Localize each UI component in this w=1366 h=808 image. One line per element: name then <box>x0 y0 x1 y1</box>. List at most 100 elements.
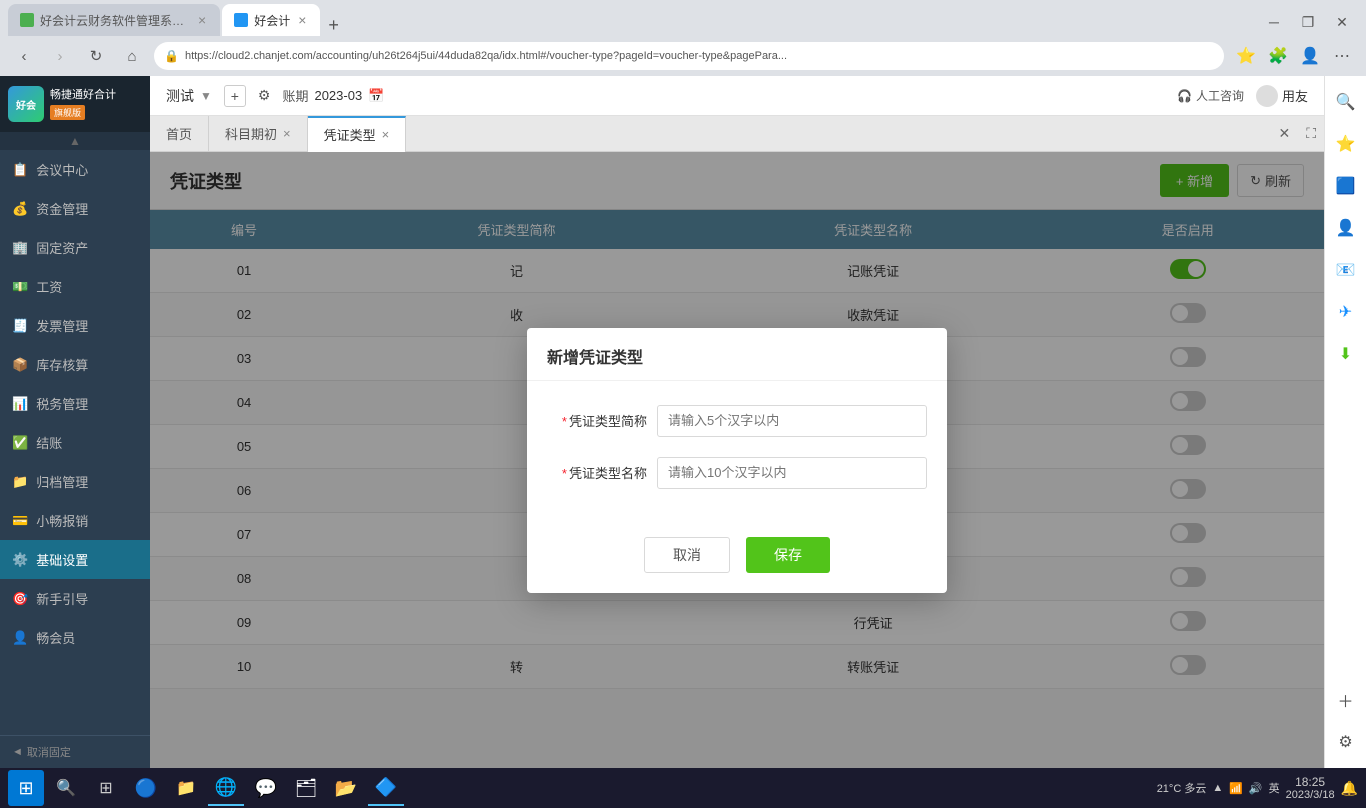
right-outlook-icon[interactable]: 📧 <box>1328 252 1364 288</box>
sidebar-cancel-pin[interactable]: ◄ 取消固定 <box>0 735 150 768</box>
name-input[interactable] <box>657 457 927 489</box>
save-button[interactable]: 保存 <box>746 537 830 573</box>
sidebar-item-fixed-assets[interactable]: 🏢 固定资产 <box>0 228 150 267</box>
taskbar-folder[interactable]: 📁 <box>168 770 204 806</box>
modal-dialog: 新增凭证类型 *凭证类型简称 *凭证类型名称 <box>527 328 947 593</box>
abbr-label-text: 凭证类型简称 <box>569 414 647 429</box>
headset-icon: 🎧 <box>1177 89 1192 103</box>
more-btn[interactable]: ⋯ <box>1328 42 1356 70</box>
tab-home[interactable]: 首页 <box>150 116 209 152</box>
workspace-selector[interactable]: 测试 ▼ <box>166 86 212 106</box>
win-minimize[interactable]: ─ <box>1258 8 1290 36</box>
address-text: https://cloud2.chanjet.com/accounting/uh… <box>185 50 1214 62</box>
page-tab-bar: 首页 科目期初 × 凭证类型 × ✕ ⛶ <box>150 116 1324 152</box>
logo-text: 畅捷通好合计 <box>50 88 116 103</box>
tab-close-2[interactable]: × <box>296 12 308 28</box>
name-required: * <box>562 466 567 481</box>
name-label-text: 凭证类型名称 <box>569 466 647 481</box>
invoice-icon: 🧾 <box>12 318 28 334</box>
taskbar-edge[interactable]: 🔵 <box>128 770 164 806</box>
top-bar-add-btn[interactable]: + <box>224 85 246 107</box>
taskbar-edge2[interactable]: 🔷 <box>368 770 404 806</box>
top-bar-settings-btn[interactable]: ⚙ <box>258 87 271 104</box>
tab-chart-of-accounts[interactable]: 科目期初 × <box>209 116 308 152</box>
sidebar-item-settings[interactable]: ⚙️ 基础设置 <box>0 540 150 579</box>
settings-icon: ⚙️ <box>12 552 28 568</box>
nav-home[interactable]: ⌂ <box>118 42 146 70</box>
tab-close-1[interactable]: × <box>196 12 208 28</box>
taskbar-up-icon[interactable]: ▲ <box>1212 782 1223 794</box>
cancel-button[interactable]: 取消 <box>644 537 730 573</box>
sidebar-item-tax[interactable]: 📊 税务管理 <box>0 384 150 423</box>
taskbar-time-date[interactable]: 18:25 2023/3/18 <box>1286 775 1335 801</box>
user-btn[interactable]: 用友 <box>1256 85 1308 107</box>
salary-icon: 💵 <box>12 279 28 295</box>
period-info: 账期 2023-03 📅 <box>282 86 384 105</box>
right-settings-icon[interactable]: ⚙ <box>1328 724 1364 760</box>
tab-voucher-type[interactable]: 凭证类型 × <box>308 116 407 152</box>
close-account-icon: ✅ <box>12 435 28 451</box>
abbr-label: *凭证类型简称 <box>547 411 657 430</box>
new-tab-button[interactable]: + <box>322 15 345 36</box>
taskbar-search[interactable]: 🔍 <box>48 770 84 806</box>
browser-tab-active[interactable]: 好会计 × <box>222 4 320 36</box>
right-search-icon[interactable]: 🔍 <box>1328 84 1364 120</box>
sidebar-item-funds[interactable]: 💰 资金管理 <box>0 189 150 228</box>
pin-icon: ◄ <box>12 746 23 758</box>
taskbar-apps[interactable]: ⊞ <box>88 770 124 806</box>
nav-forward[interactable]: › <box>46 42 74 70</box>
tab-expand-btn[interactable]: ⛶ <box>1298 125 1324 142</box>
sidebar-item-meeting[interactable]: 📋 会议中心 <box>0 150 150 189</box>
meeting-label: 会议中心 <box>36 160 88 179</box>
right-star-icon[interactable]: ⭐ <box>1328 126 1364 162</box>
consult-label: 人工咨询 <box>1196 87 1244 104</box>
taskbar-notification[interactable]: 🔔 <box>1341 780 1358 797</box>
taskbar-chrome[interactable]: 🌐 <box>208 770 244 806</box>
sidebar-item-close[interactable]: ✅ 结账 <box>0 423 150 462</box>
win-close[interactable]: ✕ <box>1326 8 1358 36</box>
inventory-icon: 📦 <box>12 357 28 373</box>
ext-btn-1[interactable]: ⭐ <box>1232 42 1260 70</box>
abbr-input[interactable] <box>657 405 927 437</box>
home-tab-label: 首页 <box>166 124 192 143</box>
tab-collapse-btn[interactable]: ✕ <box>1270 125 1298 142</box>
sidebar-item-expense[interactable]: 💳 小畅报销 <box>0 501 150 540</box>
sidebar-item-guide[interactable]: 🎯 新手引导 <box>0 579 150 618</box>
win-restore[interactable]: ❐ <box>1292 8 1324 36</box>
ext-btn-2[interactable]: 🧩 <box>1264 42 1292 70</box>
right-feather-icon[interactable]: ✈ <box>1328 294 1364 330</box>
sidebar-item-salary[interactable]: 💵 工资 <box>0 267 150 306</box>
ext-btn-3[interactable]: 👤 <box>1296 42 1324 70</box>
taskbar-email[interactable]: 📂 <box>328 770 364 806</box>
right-add-icon[interactable]: ＋ <box>1328 682 1364 718</box>
modal-footer: 取消 保存 <box>527 525 947 593</box>
taskbar-time: 18:25 <box>1286 775 1335 789</box>
scroll-up[interactable]: ▲ <box>0 132 150 150</box>
browser-extensions: ⭐ 🧩 👤 ⋯ <box>1232 42 1356 70</box>
nav-refresh[interactable]: ↻ <box>82 42 110 70</box>
close-account-label: 结账 <box>36 433 62 452</box>
accounts-tab-close[interactable]: × <box>283 126 291 141</box>
taskbar-files[interactable]: 🗂 <box>288 770 324 806</box>
sidebar-item-member[interactable]: 👤 畅会员 <box>0 618 150 657</box>
nav-back[interactable]: ‹ <box>10 42 38 70</box>
consult-btn[interactable]: 🎧 人工咨询 <box>1177 87 1244 104</box>
address-bar[interactable]: 🔒 https://cloud2.chanjet.com/accounting/… <box>154 42 1224 70</box>
expense-label: 小畅报销 <box>36 511 88 530</box>
modal-header: 新增凭证类型 <box>527 328 947 381</box>
archive-icon: 📁 <box>12 474 28 490</box>
cancel-pin-label: 取消固定 <box>27 744 71 760</box>
right-app-icon[interactable]: 🟦 <box>1328 168 1364 204</box>
voucher-tab-close[interactable]: × <box>382 127 390 142</box>
start-button[interactable]: ⊞ <box>8 770 44 806</box>
user-label: 用友 <box>1282 86 1308 105</box>
tab-favicon-2 <box>234 13 248 27</box>
sidebar-item-archive[interactable]: 📁 归档管理 <box>0 462 150 501</box>
browser-tab-accounting[interactable]: 好会计云财务软件管理系统_会计 × <box>8 4 220 36</box>
logo-info: 畅捷通好合计 旗舰版 <box>50 88 116 119</box>
right-download-icon[interactable]: ⬇ <box>1328 336 1364 372</box>
right-user-icon[interactable]: 👤 <box>1328 210 1364 246</box>
taskbar-wechat[interactable]: 💬 <box>248 770 284 806</box>
sidebar-item-inventory[interactable]: 📦 库存核算 <box>0 345 150 384</box>
sidebar-item-invoice[interactable]: 🧾 发票管理 <box>0 306 150 345</box>
